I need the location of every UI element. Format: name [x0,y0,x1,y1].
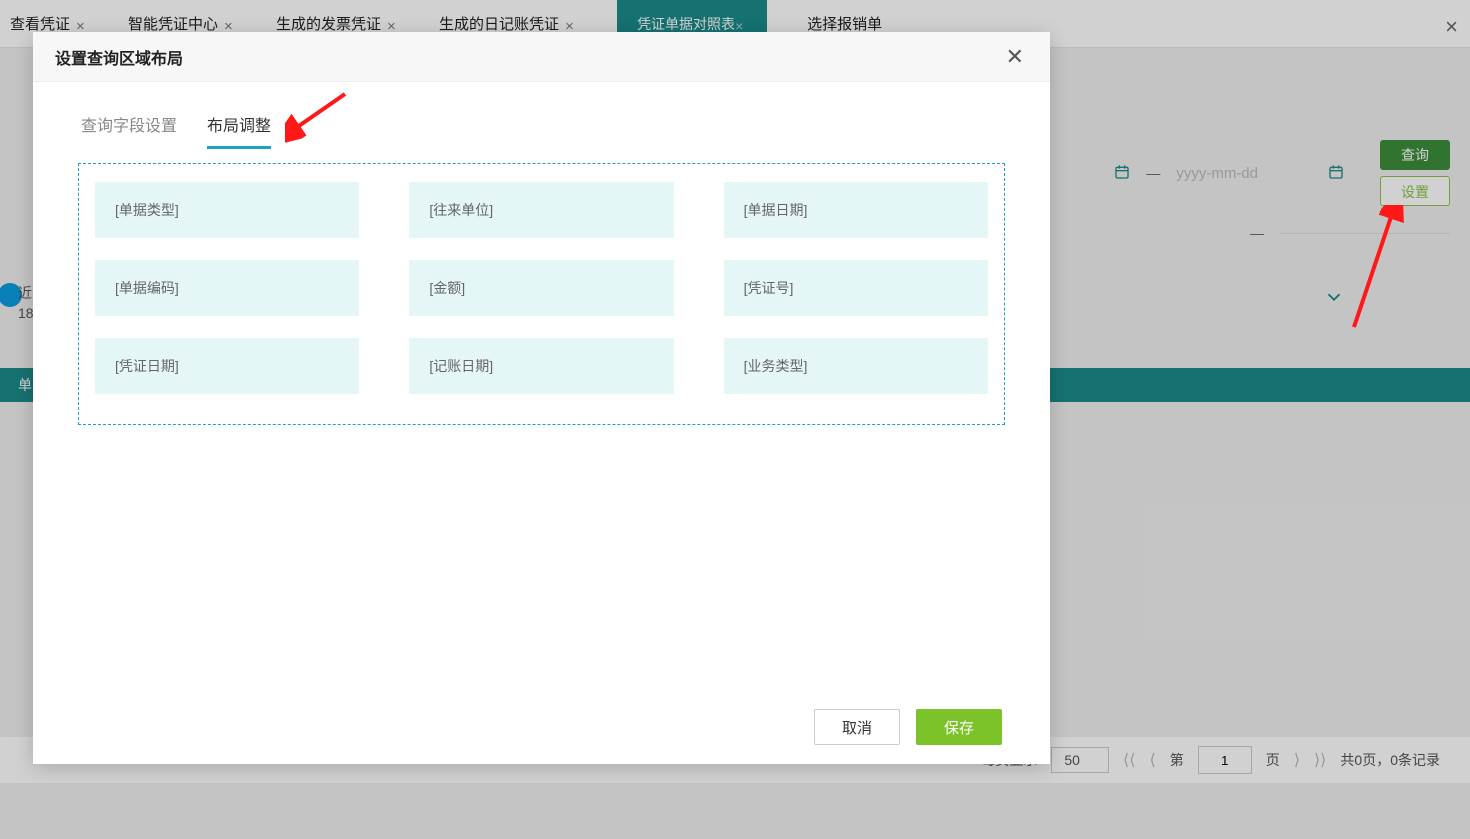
modal-title: 设置查询区域布局 [55,45,183,69]
layout-cell-partner[interactable]: [往来单位] [409,182,673,238]
layout-cell-doc-date[interactable]: [单据日期] [724,182,988,238]
tab-query-fields[interactable]: 查询字段设置 [81,112,177,149]
layout-cell-doc-code[interactable]: [单据编码] [95,260,359,316]
modal-tab-bar: 查询字段设置 布局调整 [33,82,1050,149]
layout-cell-posting-date[interactable]: [记账日期] [409,338,673,394]
layout-cell-voucher-date[interactable]: [凭证日期] [95,338,359,394]
layout-grid: [单据类型] [往来单位] [单据日期] [单据编码] [金额] [凭证号] [… [95,182,988,394]
layout-cell-amount[interactable]: [金额] [409,260,673,316]
close-icon[interactable]: ✕ [1002,42,1028,72]
cancel-button[interactable]: 取消 [814,709,900,745]
layout-settings-modal: 设置查询区域布局 ✕ 查询字段设置 布局调整 [单据类型] [往来单位] [单据… [33,32,1050,764]
layout-drop-zone[interactable]: [单据类型] [往来单位] [单据日期] [单据编码] [金额] [凭证号] [… [78,163,1005,425]
layout-cell-voucher-no[interactable]: [凭证号] [724,260,988,316]
modal-header: 设置查询区域布局 ✕ [33,32,1050,82]
layout-cell-biz-type[interactable]: [业务类型] [724,338,988,394]
tab-layout-adjust[interactable]: 布局调整 [207,112,271,149]
layout-cell-doc-type[interactable]: [单据类型] [95,182,359,238]
modal-footer: 取消 保存 [33,690,1050,764]
save-button[interactable]: 保存 [916,709,1002,745]
